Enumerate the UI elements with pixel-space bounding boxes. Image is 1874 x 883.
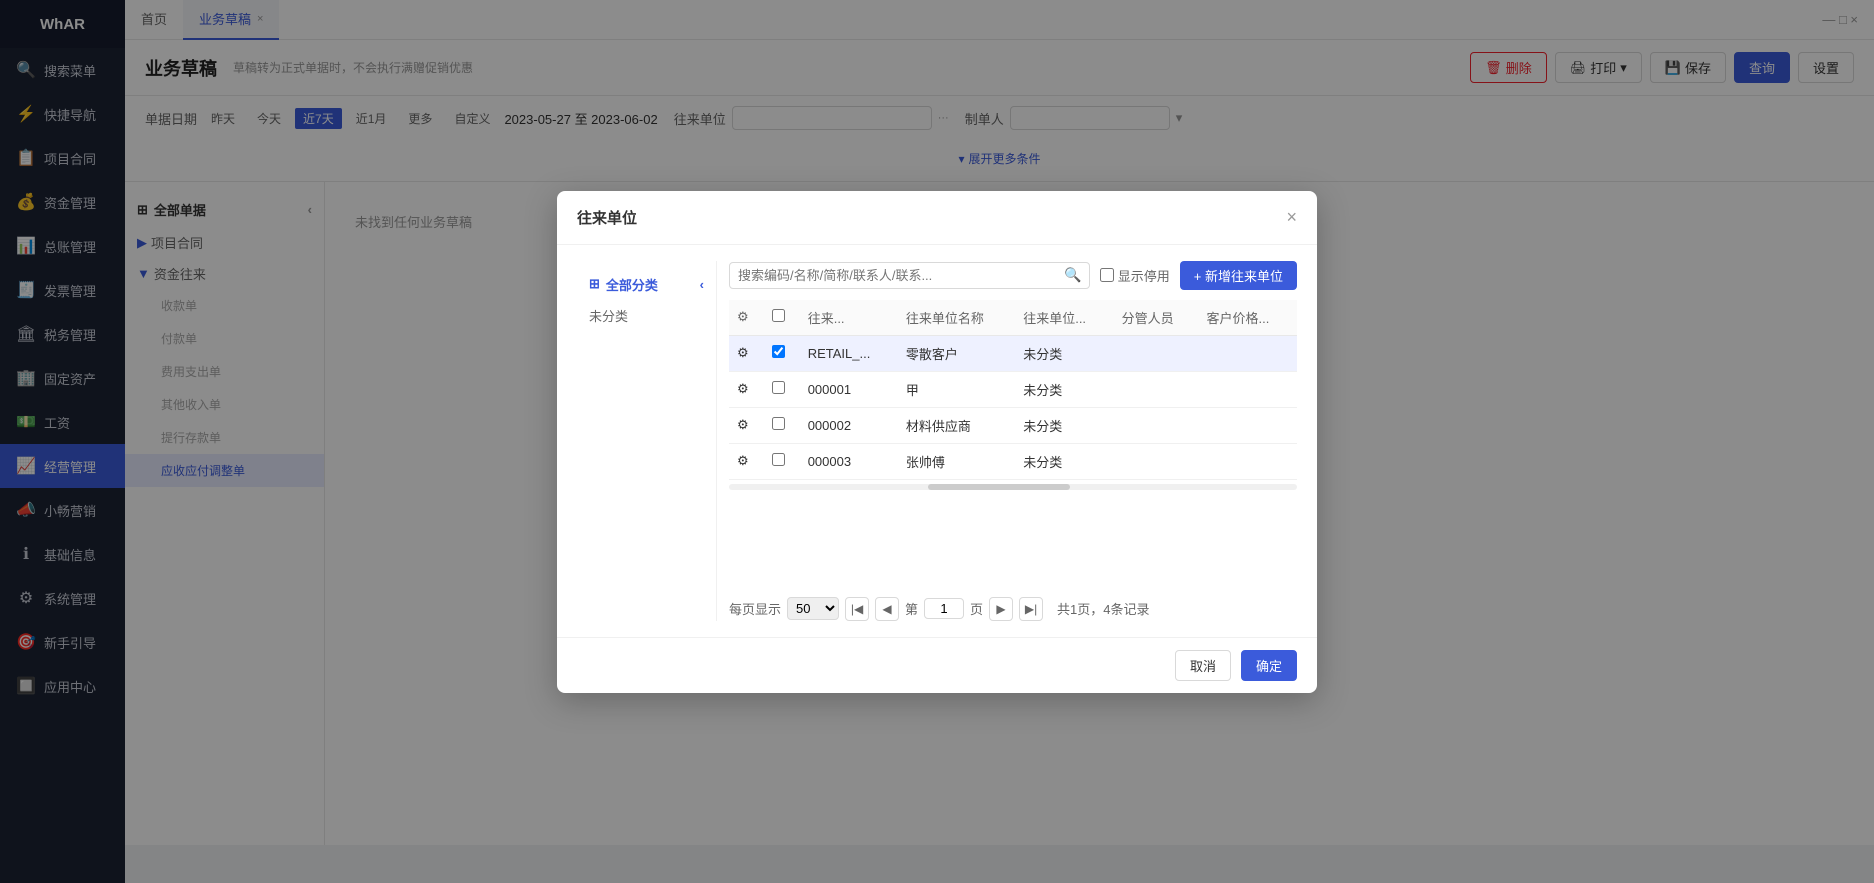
td-price	[1199, 443, 1297, 479]
last-page-button[interactable]: ▶|	[1019, 597, 1043, 621]
partners-table: ⚙ 往来... 往来单位名称 往来单位... 分管人员 客户价格... ⚙	[729, 300, 1297, 480]
td-name: 甲	[898, 371, 1015, 407]
search-icon: 🔍	[1064, 267, 1081, 284]
per-page-label: 每页显示	[729, 599, 781, 618]
row-checkbox[interactable]	[772, 381, 785, 394]
table-row[interactable]: ⚙ RETAIL_... 零散客户 未分类	[729, 335, 1297, 371]
partner-dialog: 往来单位 × ⊞ 全部分类 ‹ 未分类 🔍	[557, 191, 1317, 693]
th-name: 往来单位名称	[898, 300, 1015, 336]
settings-icon: ⚙	[737, 381, 749, 396]
td-category: 未分类	[1015, 443, 1113, 479]
current-page-input[interactable]	[924, 598, 964, 619]
td-settings: ⚙	[729, 335, 764, 371]
confirm-button[interactable]: 确定	[1241, 650, 1297, 681]
th-category[interactable]: 往来单位...	[1015, 300, 1113, 336]
settings-icon: ⚙	[737, 417, 749, 432]
th-settings: ⚙	[729, 300, 764, 336]
table-wrap: ⚙ 往来... 往来单位名称 往来单位... 分管人员 客户价格... ⚙	[729, 300, 1297, 587]
td-settings: ⚙	[729, 407, 764, 443]
collapse-icon[interactable]: ‹	[700, 277, 704, 292]
show-disabled-label: 显示停用	[1100, 266, 1170, 285]
search-wrap: 🔍	[729, 262, 1090, 289]
td-category: 未分类	[1015, 371, 1113, 407]
dialog-footer: 取消 确定	[557, 637, 1317, 693]
td-code: RETAIL_...	[800, 335, 898, 371]
td-code: 000001	[800, 371, 898, 407]
row-checkbox[interactable]	[772, 345, 785, 358]
settings-icon: ⚙	[737, 345, 749, 360]
cancel-button[interactable]: 取消	[1175, 650, 1231, 681]
td-settings: ⚙	[729, 443, 764, 479]
settings-icon: ⚙	[737, 453, 749, 468]
td-category: 未分类	[1015, 407, 1113, 443]
dialog-sidebar: ⊞ 全部分类 ‹ 未分类	[577, 261, 717, 621]
horizontal-scrollbar[interactable]	[729, 484, 1297, 490]
th-checkbox	[764, 300, 800, 336]
td-checkbox	[764, 371, 800, 407]
select-all-checkbox[interactable]	[772, 309, 785, 322]
dialog-layout: ⊞ 全部分类 ‹ 未分类 🔍 显示停用	[577, 261, 1297, 621]
dialog-close-button[interactable]: ×	[1286, 207, 1297, 228]
dialog-main: 🔍 显示停用 + 新增往来单位 ⚙	[717, 261, 1297, 621]
td-manager	[1114, 407, 1199, 443]
partner-search-input[interactable]	[729, 262, 1090, 289]
td-category: 未分类	[1015, 335, 1113, 371]
dialog-sidebar-uncategorized[interactable]: 未分类	[577, 300, 716, 331]
td-price	[1199, 335, 1297, 371]
td-price	[1199, 407, 1297, 443]
td-code: 000002	[800, 407, 898, 443]
dialog-title: 往来单位	[577, 207, 637, 228]
td-checkbox	[764, 407, 800, 443]
prev-page-button[interactable]: ◀	[875, 597, 899, 621]
td-settings: ⚙	[729, 371, 764, 407]
page-label: 第	[905, 599, 918, 618]
td-manager	[1114, 371, 1199, 407]
th-code[interactable]: 往来...	[800, 300, 898, 336]
th-manager[interactable]: 分管人员	[1114, 300, 1199, 336]
next-page-button[interactable]: ▶	[989, 597, 1013, 621]
first-page-button[interactable]: |◀	[845, 597, 869, 621]
td-checkbox	[764, 335, 800, 371]
table-row[interactable]: ⚙ 000002 材料供应商 未分类	[729, 407, 1297, 443]
td-manager	[1114, 443, 1199, 479]
total-info: 共1页，4条记录	[1057, 599, 1149, 618]
th-price[interactable]: 客户价格...	[1199, 300, 1297, 336]
dialog-pagination: 每页显示 50 100 |◀ ◀ 第 页 ▶ ▶| 共1页，4条记录	[729, 597, 1297, 621]
td-price	[1199, 371, 1297, 407]
row-checkbox[interactable]	[772, 417, 785, 430]
show-disabled-checkbox[interactable]	[1100, 268, 1114, 282]
td-manager	[1114, 335, 1199, 371]
page-suffix: 页	[970, 599, 983, 618]
td-name: 材料供应商	[898, 407, 1015, 443]
dialog-header: 往来单位 ×	[557, 191, 1317, 245]
new-partner-button[interactable]: + 新增往来单位	[1180, 261, 1297, 290]
dialog-sidebar-all[interactable]: ⊞ 全部分类 ‹	[577, 269, 716, 300]
td-name: 零散客户	[898, 335, 1015, 371]
td-checkbox	[764, 443, 800, 479]
table-row[interactable]: ⚙ 000001 甲 未分类	[729, 371, 1297, 407]
td-name: 张帅傅	[898, 443, 1015, 479]
settings-icon: ⚙	[737, 309, 749, 324]
dialog-body: ⊞ 全部分类 ‹ 未分类 🔍 显示停用	[557, 245, 1317, 637]
row-checkbox[interactable]	[772, 453, 785, 466]
table-row[interactable]: ⚙ 000003 张帅傅 未分类	[729, 443, 1297, 479]
grid-icon: ⊞	[589, 276, 600, 292]
scrollbar-thumb[interactable]	[928, 484, 1070, 490]
dialog-search-bar: 🔍 显示停用 + 新增往来单位	[729, 261, 1297, 290]
per-page-select[interactable]: 50 100	[787, 597, 839, 620]
td-code: 000003	[800, 443, 898, 479]
